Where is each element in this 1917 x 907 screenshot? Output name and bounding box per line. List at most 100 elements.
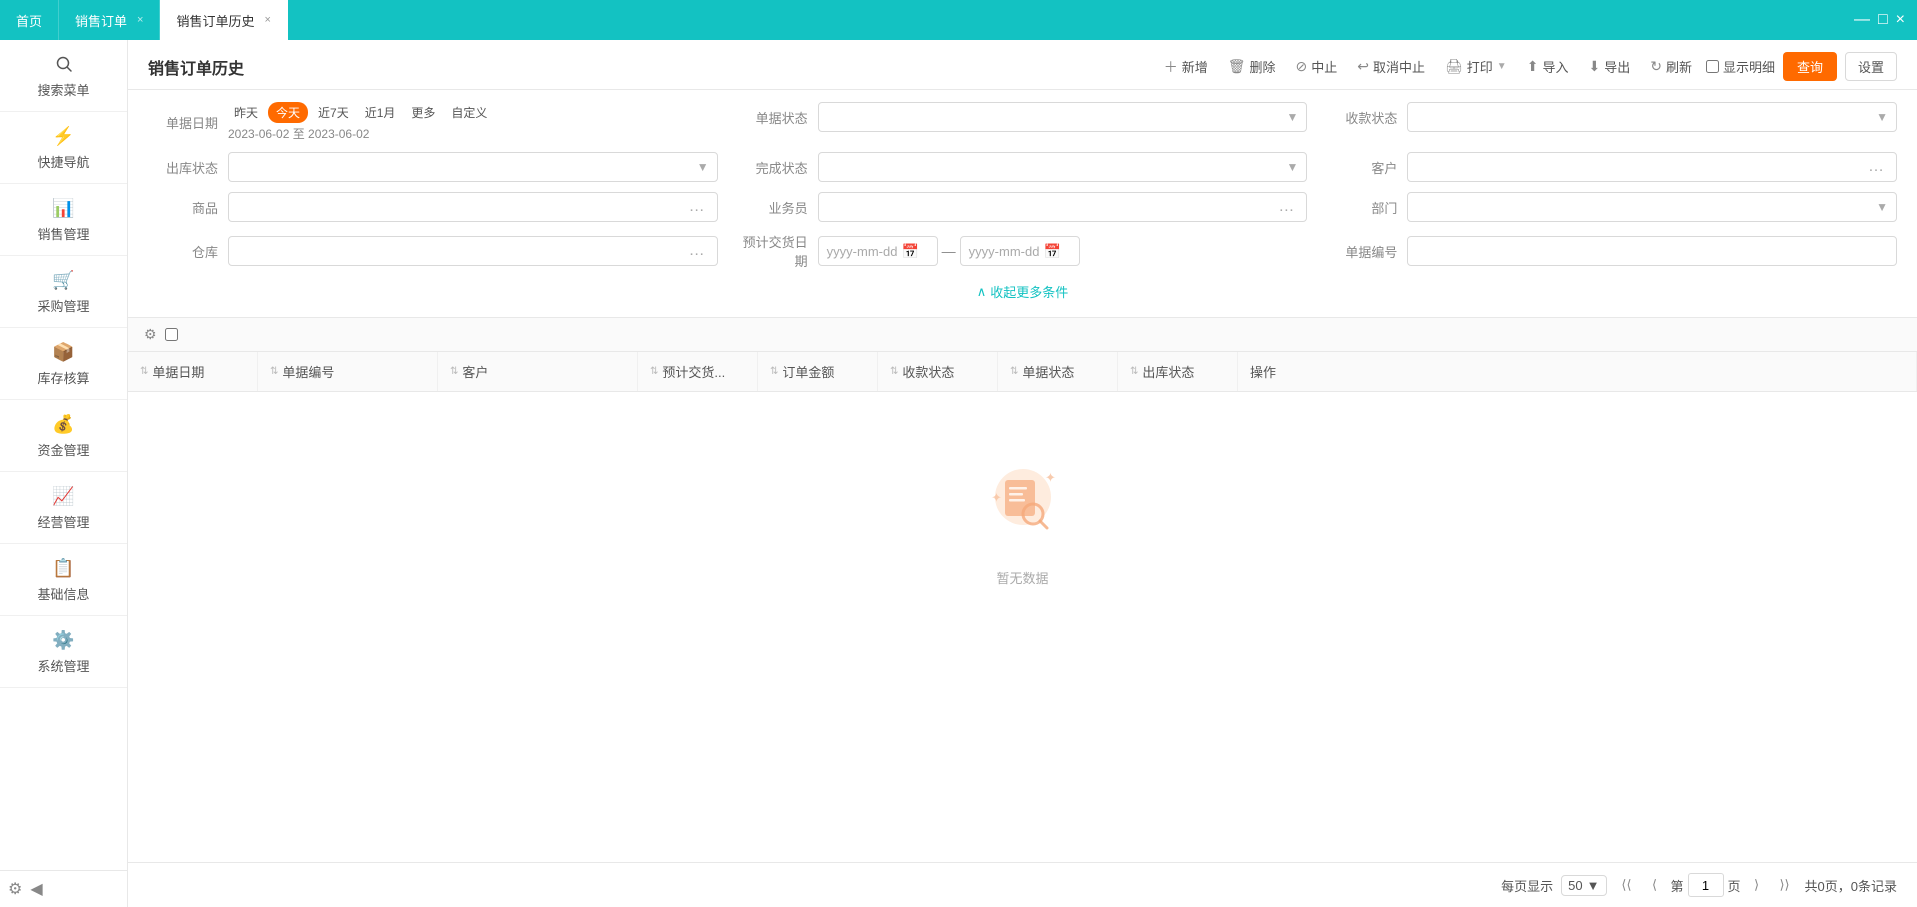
sales-person-select[interactable]: … [818, 192, 1308, 222]
date-tag-yesterday[interactable]: 昨天 [228, 102, 264, 123]
warehouse-ellipsis-icon[interactable]: … [685, 242, 709, 260]
page-size-arrow-icon: ▼ [1587, 878, 1600, 893]
sidebar-item-sales-mgmt[interactable]: 📊 销售管理 [0, 184, 127, 256]
complete-status-select[interactable]: ▼ [818, 152, 1308, 182]
tab-sales-order-close[interactable]: × [137, 14, 143, 26]
th-delivery[interactable]: ⇅ 预计交货... [638, 352, 758, 391]
import-button[interactable]: ⬆ 导入 [1521, 53, 1575, 80]
sales-person-label: 业务员 [738, 198, 818, 217]
print-button[interactable]: 🖨 打印 ▼ [1439, 53, 1513, 80]
th-date[interactable]: ⇅ 单据日期 [128, 352, 258, 391]
th-warehouse-status[interactable]: ⇅ 出库状态 [1118, 352, 1238, 391]
collapse-filter-button[interactable]: ∧ 收起更多条件 [148, 278, 1897, 305]
bill-number-input[interactable] [1407, 236, 1897, 266]
settings-button[interactable]: 设置 [1845, 52, 1897, 81]
page-prev-button[interactable]: ⟨ [1643, 873, 1667, 897]
sidebar-item-business-mgmt-label: 经营管理 [37, 512, 89, 531]
query-button[interactable]: 查询 [1783, 52, 1837, 81]
sidebar-item-purchase-mgmt[interactable]: 🛒 采购管理 [0, 256, 127, 328]
stop-button[interactable]: ⊘ 中止 [1290, 53, 1344, 80]
th-bill-status[interactable]: ⇅ 单据状态 [998, 352, 1118, 391]
sidebar-item-inventory[interactable]: 📦 库存核算 [0, 328, 127, 400]
svg-text:✦: ✦ [1045, 470, 1056, 485]
product-ellipsis-icon[interactable]: … [685, 198, 709, 216]
sidebar: 搜索菜单 ⚡ 快捷导航 📊 销售管理 🛒 采购管理 📦 库存核算 💰 资金管理 … [0, 40, 128, 907]
main-layout: 搜索菜单 ⚡ 快捷导航 📊 销售管理 🛒 采购管理 📦 库存核算 💰 资金管理 … [0, 40, 1917, 907]
th-customer-label: 客户 [462, 362, 488, 381]
print-arrow-icon: ▼ [1497, 61, 1507, 72]
display-columns-toggle[interactable]: 显示明细 [1706, 57, 1775, 76]
payment-status-select[interactable]: ▼ [1407, 102, 1897, 132]
page-first-button[interactable]: ⟨⟨ [1615, 873, 1639, 897]
select-all-checkbox[interactable] [165, 328, 178, 341]
customer-ellipsis-icon[interactable]: … [1864, 158, 1888, 176]
empty-state: ✦ ✦ 暂无数据 [128, 392, 1917, 647]
cancel-stop-icon: ↩ [1357, 58, 1369, 75]
delete-button[interactable]: 🗑 删除 [1222, 53, 1282, 80]
refresh-button[interactable]: ↻ 刷新 [1644, 53, 1698, 80]
collapse-sidebar-icon[interactable]: ◀ [30, 879, 42, 899]
product-select[interactable]: … [228, 192, 718, 222]
date-tag-more[interactable]: 更多 [405, 102, 441, 123]
bill-number-label: 单据编号 [1327, 242, 1407, 261]
date-tag-last1m[interactable]: 近1月 [359, 102, 402, 123]
sidebar-item-finance[interactable]: 💰 资金管理 [0, 400, 127, 472]
pagination: 每页显示 50 ▼ ⟨⟨ ⟨ 第 页 ⟩ ⟩⟩ 共0页，0条记录 [128, 862, 1917, 907]
sidebar-item-quick-nav[interactable]: ⚡ 快捷导航 [0, 112, 127, 184]
cancel-stop-button[interactable]: ↩ 取消中止 [1351, 53, 1431, 80]
bill-status-select[interactable]: ▼ [818, 102, 1308, 132]
sidebar-item-system-mgmt-label: 系统管理 [37, 656, 89, 675]
th-amount[interactable]: ⇅ 订单金额 [758, 352, 878, 391]
delivery-date-to-input[interactable]: yyyy-mm-dd 📅 [960, 236, 1080, 266]
refresh-label: 刷新 [1666, 57, 1692, 76]
warehouse-select[interactable]: … [228, 236, 718, 266]
tab-sales-order-history-close[interactable]: × [264, 14, 270, 26]
sidebar-item-business-mgmt[interactable]: 📈 经营管理 [0, 472, 127, 544]
th-payment[interactable]: ⇅ 收款状态 [878, 352, 998, 391]
page-last-button[interactable]: ⟩⟩ [1773, 873, 1797, 897]
sidebar-item-system-mgmt[interactable]: ⚙️ 系统管理 [0, 616, 127, 688]
system-mgmt-icon: ⚙️ [52, 628, 76, 652]
tab-sales-order[interactable]: 销售订单 × [59, 0, 160, 40]
settings-bottom-icon[interactable]: ⚙ [8, 879, 22, 899]
delivery-date-from-calendar-icon[interactable]: 📅 [901, 243, 918, 260]
th-order[interactable]: ⇅ 单据编号 [258, 352, 438, 391]
warehouse-status-select[interactable]: ▼ [228, 152, 718, 182]
delete-icon: 🗑 [1228, 58, 1246, 75]
stop-icon: ⊘ [1296, 58, 1308, 75]
date-tag-today[interactable]: 今天 [268, 102, 308, 123]
export-icon: ⬇ [1588, 58, 1600, 75]
customer-select[interactable]: … [1407, 152, 1897, 182]
cancel-stop-label: 取消中止 [1373, 57, 1425, 76]
table-settings-icon[interactable]: ⚙ [144, 326, 157, 343]
page-size-select[interactable]: 50 ▼ [1561, 875, 1606, 896]
svg-text:✦: ✦ [991, 490, 1002, 505]
close-icon[interactable]: × [1896, 11, 1905, 29]
page-next-button[interactable]: ⟩ [1745, 873, 1769, 897]
page-number-input[interactable] [1688, 873, 1724, 897]
minimize-icon[interactable]: — [1854, 11, 1870, 29]
delivery-date-to-calendar-icon[interactable]: 📅 [1043, 243, 1060, 260]
date-tag-custom[interactable]: 自定义 [445, 102, 493, 123]
sidebar-item-base-info[interactable]: 📋 基础信息 [0, 544, 127, 616]
stop-label: 中止 [1311, 57, 1337, 76]
th-customer[interactable]: ⇅ 客户 [438, 352, 638, 391]
sort-customer-icon: ⇅ [450, 366, 458, 377]
customer-label: 客户 [1327, 158, 1407, 177]
sidebar-item-purchase-mgmt-label: 采购管理 [37, 296, 89, 315]
department-select[interactable]: ▼ [1407, 192, 1897, 222]
sidebar-item-search-menu[interactable]: 搜索菜单 [0, 40, 127, 112]
date-tag-last7[interactable]: 近7天 [312, 102, 355, 123]
tab-sales-order-history[interactable]: 销售订单历史 × [160, 0, 287, 40]
display-columns-checkbox[interactable] [1706, 60, 1719, 73]
tab-home[interactable]: 首页 [0, 0, 59, 40]
delivery-date-from-input[interactable]: yyyy-mm-dd 📅 [818, 236, 938, 266]
export-button[interactable]: ⬇ 导出 [1582, 53, 1636, 80]
maximize-icon[interactable]: □ [1878, 11, 1888, 29]
new-button[interactable]: ＋ 新增 [1158, 53, 1214, 81]
sales-person-ellipsis-icon[interactable]: … [1274, 198, 1298, 216]
print-icon: 🖨 [1445, 58, 1463, 75]
sort-bill-status-icon: ⇅ [1010, 366, 1018, 377]
bill-status-label: 单据状态 [738, 108, 818, 127]
collapse-arrow-icon: ∧ [977, 284, 987, 300]
